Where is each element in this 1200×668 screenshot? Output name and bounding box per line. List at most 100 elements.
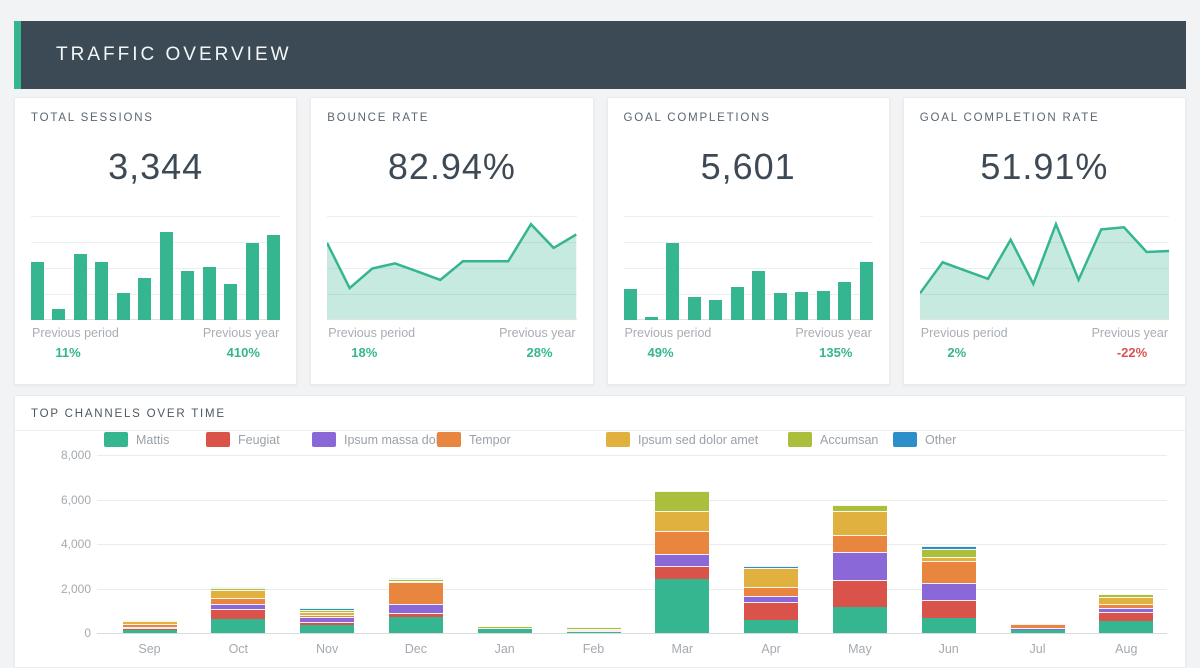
- spark-bar[interactable]: [181, 271, 194, 320]
- prev-period-value: 11%: [32, 345, 104, 360]
- bar-segment-ipsum-massa-dolor[interactable]: [833, 552, 887, 579]
- bar-segment-accumsan[interactable]: [922, 549, 976, 557]
- bar-segment-feugiat[interactable]: [922, 600, 976, 618]
- bar-segment-mattis[interactable]: [1011, 630, 1065, 633]
- bar-segment-mattis[interactable]: [211, 619, 265, 633]
- bar-segment-feugiat[interactable]: [211, 609, 265, 619]
- bar-segment-tempor[interactable]: [833, 535, 887, 553]
- bar-column-jun[interactable]: [922, 455, 976, 633]
- spark-bar[interactable]: [117, 293, 130, 320]
- spark-bar[interactable]: [160, 232, 173, 320]
- prev-year-value: 410%: [207, 345, 279, 360]
- bar-segment-ipsum-sed-dolor-amet[interactable]: [1099, 597, 1153, 604]
- y-axis-tick: 4,000: [43, 537, 91, 551]
- bar-column-mar[interactable]: [655, 455, 709, 633]
- kpi-title: GOAL COMPLETION RATE: [920, 112, 1169, 124]
- bar-segment-mattis[interactable]: [1099, 621, 1153, 633]
- bar-segment-mattis[interactable]: [123, 630, 177, 633]
- bar-segment-ipsum-sed-dolor-amet[interactable]: [744, 568, 798, 587]
- bar-segment-ipsum-sed-dolor-amet[interactable]: [833, 511, 887, 535]
- kpi-sparkline: [31, 216, 280, 320]
- bar-segment-feugiat[interactable]: [744, 602, 798, 619]
- x-axis-tick: Dec: [381, 642, 451, 656]
- bar-column-jul[interactable]: [1011, 455, 1065, 633]
- spark-bar[interactable]: [31, 262, 44, 320]
- x-axis-tick: Nov: [292, 642, 362, 656]
- bar-column-apr[interactable]: [744, 455, 798, 633]
- spark-bar[interactable]: [645, 317, 658, 320]
- spark-bar[interactable]: [246, 243, 259, 320]
- prev-period-label: Previous period: [328, 326, 415, 340]
- bar-column-dec[interactable]: [389, 455, 443, 633]
- spark-bar[interactable]: [838, 282, 851, 320]
- bar-segment-tempor[interactable]: [655, 531, 709, 554]
- bar-segment-feugiat[interactable]: [833, 580, 887, 608]
- bar-segment-mattis[interactable]: [389, 617, 443, 633]
- kpi-value: 5,601: [624, 146, 873, 190]
- spark-bar[interactable]: [52, 309, 65, 320]
- bar-segment-mattis[interactable]: [567, 632, 621, 633]
- bar-column-may[interactable]: [833, 455, 887, 633]
- bar-segment-tempor[interactable]: [389, 582, 443, 603]
- bar-segment-tempor[interactable]: [211, 598, 265, 605]
- spark-bar[interactable]: [817, 291, 830, 320]
- x-axis-tick: Jan: [470, 642, 540, 656]
- bar-segment-mattis[interactable]: [655, 579, 709, 633]
- bar-column-jan[interactable]: [478, 455, 532, 633]
- spark-bar[interactable]: [731, 287, 744, 320]
- spark-bar[interactable]: [95, 262, 108, 320]
- bar-column-aug[interactable]: [1099, 455, 1153, 633]
- bar-segment-accumsan[interactable]: [655, 491, 709, 511]
- bar-segment-ipsum-massa-dolor[interactable]: [389, 604, 443, 613]
- spark-bar-series: [624, 216, 873, 320]
- bar-segment-mattis[interactable]: [744, 620, 798, 633]
- bar-segment-feugiat[interactable]: [1099, 612, 1153, 621]
- kpi-card-row: TOTAL SESSIONS 3,344 Previous period Pre…: [14, 97, 1186, 385]
- bar-column-oct[interactable]: [211, 455, 265, 633]
- header-accent-stripe: [14, 21, 21, 89]
- x-axis-tick: Oct: [203, 642, 273, 656]
- prev-period-value: 49%: [625, 345, 697, 360]
- kpi-card-goal-completions: GOAL COMPLETIONS 5,601 Previous period P…: [607, 97, 890, 385]
- prev-year-label: Previous year: [795, 326, 871, 340]
- spark-bar[interactable]: [709, 300, 722, 320]
- kpi-title: TOTAL SESSIONS: [31, 112, 280, 124]
- bar-segment-mattis[interactable]: [300, 625, 354, 633]
- bar-segment-mattis[interactable]: [922, 618, 976, 633]
- kpi-card-goal-completion-rate: GOAL COMPLETION RATE 51.91% Previous per…: [903, 97, 1186, 385]
- bar-segment-tempor[interactable]: [744, 587, 798, 596]
- y-axis-tick: 2,000: [43, 582, 91, 596]
- bar-segment-ipsum-massa-dolor[interactable]: [922, 583, 976, 600]
- x-axis-tick: Jul: [1003, 642, 1073, 656]
- kpi-sparkline: [624, 216, 873, 320]
- bar-segment-tempor[interactable]: [922, 561, 976, 583]
- bar-segment-mattis[interactable]: [833, 607, 887, 633]
- bar-column-sep[interactable]: [123, 455, 177, 633]
- bar-segment-ipsum-sed-dolor-amet[interactable]: [655, 511, 709, 532]
- spark-bar[interactable]: [752, 271, 765, 320]
- spark-bar[interactable]: [795, 292, 808, 320]
- bar-column-feb[interactable]: [567, 455, 621, 633]
- bar-column-nov[interactable]: [300, 455, 354, 633]
- kpi-value: 51.91%: [920, 146, 1169, 190]
- spark-bar[interactable]: [666, 243, 679, 320]
- bar-segment-ipsum-massa-dolor[interactable]: [655, 554, 709, 566]
- spark-bar[interactable]: [774, 293, 787, 320]
- spark-bar[interactable]: [860, 262, 873, 320]
- x-axis-tick: Apr: [736, 642, 806, 656]
- spark-bar[interactable]: [224, 284, 237, 320]
- spark-bar[interactable]: [688, 297, 701, 320]
- page-title: TRAFFIC OVERVIEW: [14, 44, 292, 66]
- kpi-value: 82.94%: [327, 146, 576, 190]
- spark-bar[interactable]: [624, 289, 637, 320]
- bar-segment-mattis[interactable]: [478, 629, 532, 633]
- kpi-card-total-sessions: TOTAL SESSIONS 3,344 Previous period Pre…: [14, 97, 297, 385]
- bar-segment-ipsum-sed-dolor-amet[interactable]: [211, 590, 265, 598]
- spark-bar[interactable]: [138, 278, 151, 320]
- bar-segment-feugiat[interactable]: [655, 566, 709, 578]
- kpi-title: GOAL COMPLETIONS: [624, 112, 873, 124]
- area-fill: [920, 224, 1169, 319]
- spark-bar[interactable]: [74, 254, 87, 320]
- spark-bar[interactable]: [267, 235, 280, 320]
- spark-bar[interactable]: [203, 267, 216, 320]
